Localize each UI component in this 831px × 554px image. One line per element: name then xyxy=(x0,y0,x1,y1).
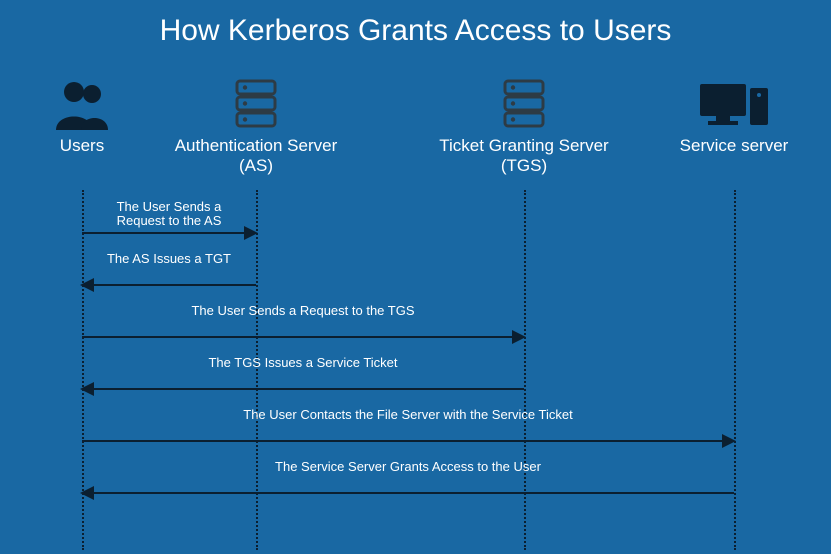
actor-label: Authentication Server (AS) xyxy=(166,136,346,177)
actor-label: Service server xyxy=(644,136,824,156)
arrow-head-icon xyxy=(80,382,94,396)
arrow-head-icon xyxy=(512,330,526,344)
actor-as: Authentication Server (AS) xyxy=(166,70,346,177)
arrow-line xyxy=(82,336,524,338)
arrow-line xyxy=(82,388,524,390)
message-label: The User Sends a Request to the TGS xyxy=(82,304,524,318)
arrow-line xyxy=(82,492,734,494)
sequence-diagram: Users Authentication Server (AS) xyxy=(0,70,831,550)
message-label: The TGS Issues a Service Ticket xyxy=(82,356,524,370)
actor-tgs: Ticket Granting Server (TGS) xyxy=(434,70,614,177)
workstation-icon xyxy=(644,70,824,130)
actor-users: Users xyxy=(0,70,172,156)
actor-label: Ticket Granting Server (TGS) xyxy=(434,136,614,177)
lifeline-service xyxy=(734,190,736,550)
arrow-head-icon xyxy=(244,226,258,240)
arrow-line xyxy=(82,440,734,442)
message-label: The Service Server Grants Access to the … xyxy=(82,460,734,474)
users-icon xyxy=(0,70,172,130)
message-arrow: The Service Server Grants Access to the … xyxy=(82,478,734,518)
arrow-head-icon xyxy=(722,434,736,448)
server-icon xyxy=(434,70,614,130)
arrow-head-icon xyxy=(80,278,94,292)
message-label: The AS Issues a TGT xyxy=(82,252,256,266)
arrow-head-icon xyxy=(80,486,94,500)
diagram-title: How Kerberos Grants Access to Users xyxy=(0,0,831,48)
actor-label: Users xyxy=(0,136,172,156)
message-label: The User Contacts the File Server with t… xyxy=(82,408,734,422)
message-label: The User Sends a Request to the AS xyxy=(82,200,256,229)
server-icon xyxy=(166,70,346,130)
arrow-line xyxy=(82,284,256,286)
arrow-line xyxy=(82,232,256,234)
actor-service: Service server xyxy=(644,70,824,156)
